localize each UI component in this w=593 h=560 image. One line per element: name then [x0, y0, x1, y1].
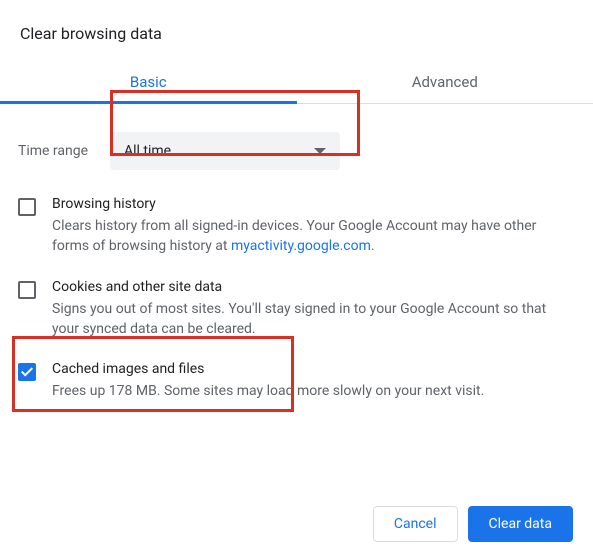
clear-data-button[interactable]: Clear data	[468, 506, 573, 542]
option-title: Browsing history	[52, 196, 575, 212]
checkbox-cookies[interactable]	[18, 281, 36, 299]
dialog-footer: Cancel Clear data	[373, 506, 573, 542]
option-desc: Frees up 178 MB. Some sites may load mor…	[52, 381, 484, 401]
myactivity-link[interactable]: myactivity.google.com	[231, 238, 371, 254]
option-cache: Cached images and files Frees up 178 MB.…	[18, 361, 575, 401]
tabs: Basic Advanced	[0, 61, 593, 104]
cancel-button[interactable]: Cancel	[373, 506, 458, 542]
option-title: Cookies and other site data	[52, 279, 575, 295]
chevron-down-icon	[314, 148, 326, 154]
checkbox-browsing-history[interactable]	[18, 198, 36, 216]
option-desc: Signs you out of most sites. You'll stay…	[52, 299, 575, 340]
option-browsing-history: Browsing history Clears history from all…	[18, 196, 575, 257]
time-range-value: All time	[124, 143, 171, 159]
option-cookies: Cookies and other site data Signs you ou…	[18, 279, 575, 340]
tab-advanced[interactable]: Advanced	[297, 61, 593, 103]
option-title: Cached images and files	[52, 361, 484, 377]
option-desc: Clears history from all signed-in device…	[52, 216, 575, 257]
time-range-label: Time range	[18, 143, 96, 159]
time-range-select[interactable]: All time	[110, 132, 340, 170]
checkbox-cache[interactable]	[18, 363, 36, 381]
tab-basic[interactable]: Basic	[0, 61, 297, 103]
dialog-title: Clear browsing data	[20, 24, 575, 43]
